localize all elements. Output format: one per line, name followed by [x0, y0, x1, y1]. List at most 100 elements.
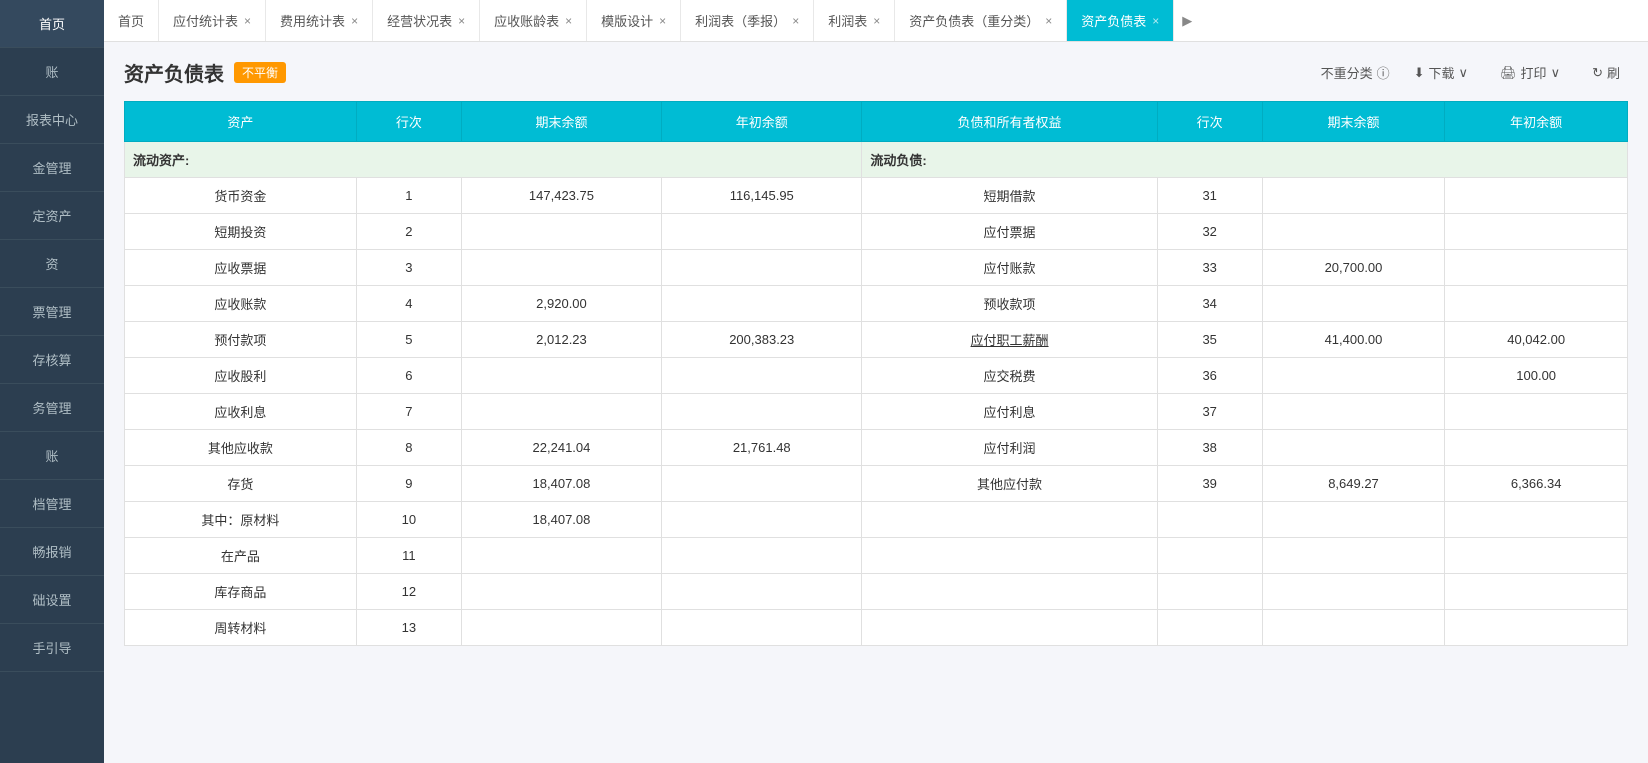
- help-icon[interactable]: ⓘ: [1377, 63, 1390, 82]
- print-button[interactable]: 🖨 打印 ∨: [1492, 59, 1568, 86]
- tab-balance-reclassify[interactable]: 资产负债表（重分类） ×: [895, 0, 1067, 42]
- left-end-balance: 18,407.08: [461, 502, 661, 538]
- tab-balance[interactable]: 资产负债表 ×: [1067, 0, 1174, 42]
- tab-profit-quarterly-close[interactable]: ×: [792, 14, 799, 28]
- header-row-num2: 行次: [1157, 102, 1262, 142]
- tab-balance-label: 资产负债表: [1081, 11, 1146, 30]
- left-item-label[interactable]: 预付款项: [125, 322, 357, 358]
- right-year-start: [1445, 574, 1628, 610]
- tab-receivable-aging[interactable]: 应收账龄表 ×: [480, 0, 587, 42]
- left-year-start: [662, 538, 862, 574]
- sidebar-item-fixed-assets[interactable]: 定资产: [0, 192, 104, 240]
- no-reclassify-toggle[interactable]: 不重分类 ⓘ: [1321, 63, 1390, 82]
- tab-home[interactable]: 首页: [104, 0, 159, 42]
- tab-operation[interactable]: 经营状况表 ×: [373, 0, 480, 42]
- right-end-balance: [1262, 358, 1445, 394]
- right-year-start: [1445, 394, 1628, 430]
- section-right-label: 流动负债:: [862, 142, 1628, 178]
- tab-balance-reclassify-close[interactable]: ×: [1045, 14, 1052, 28]
- sidebar-item-report-center[interactable]: 报表中心: [0, 96, 104, 144]
- sidebar-item-account[interactable]: 账: [0, 48, 104, 96]
- left-row-num: 7: [356, 394, 461, 430]
- tab-scroll-arrow[interactable]: ▶: [1174, 13, 1200, 29]
- right-item-label: 应付票据: [862, 214, 1157, 250]
- table-row: 预付款项 5 2,012.23 200,383.23 应付职工薪酬 35 41,…: [125, 322, 1628, 358]
- right-end-balance: [1262, 286, 1445, 322]
- tab-template-close[interactable]: ×: [659, 14, 666, 28]
- right-item-label: 应交税费: [862, 358, 1157, 394]
- left-item-label[interactable]: 其他应收款: [125, 430, 357, 466]
- header-year-start2: 年初余额: [1445, 102, 1628, 142]
- right-item-label: 应付利润: [862, 430, 1157, 466]
- sidebar-item-inventory[interactable]: 存核算: [0, 336, 104, 384]
- sidebar-item-investment[interactable]: 资: [0, 240, 104, 288]
- tab-profit-close[interactable]: ×: [873, 14, 880, 28]
- left-year-start: [662, 466, 862, 502]
- right-item-label: 应付账款: [862, 250, 1157, 286]
- left-row-num: 2: [356, 214, 461, 250]
- left-end-balance: 2,920.00: [461, 286, 661, 322]
- left-item-label[interactable]: 存货: [125, 466, 357, 502]
- left-year-start: [662, 214, 862, 250]
- right-item-label[interactable]: 应付职工薪酬: [862, 322, 1157, 358]
- download-chevron: ∨: [1459, 65, 1469, 81]
- print-chevron: ∨: [1551, 65, 1561, 81]
- table-row: 其中：原材料 10 18,407.08: [125, 502, 1628, 538]
- left-item-label[interactable]: 应收利息: [125, 394, 357, 430]
- right-row-num: [1157, 574, 1262, 610]
- left-item-label: 周转材料: [125, 610, 357, 646]
- download-button[interactable]: ⬇ 下载 ∨: [1406, 59, 1476, 86]
- sidebar-item-archive[interactable]: 档管理: [0, 480, 104, 528]
- tab-balance-close[interactable]: ×: [1152, 14, 1159, 28]
- page-title-area: 资产负债表 不平衡: [124, 58, 286, 87]
- sidebar-item-settings[interactable]: 础设置: [0, 576, 104, 624]
- left-end-balance: 147,423.75: [461, 178, 661, 214]
- sidebar-item-fund[interactable]: 金管理: [0, 144, 104, 192]
- right-row-num: [1157, 610, 1262, 646]
- tab-receivable-aging-label: 应收账龄表: [494, 11, 559, 30]
- right-year-start: [1445, 430, 1628, 466]
- tab-template[interactable]: 模版设计 ×: [587, 0, 681, 42]
- sidebar-item-home[interactable]: 首页: [0, 0, 104, 48]
- main-area: 首页 应付统计表 × 费用统计表 × 经营状况表 × 应收账龄表 × 模版设计 …: [104, 0, 1648, 763]
- tab-profit[interactable]: 利润表 ×: [814, 0, 895, 42]
- sidebar-item-guide[interactable]: 手引导: [0, 624, 104, 672]
- left-end-balance: 22,241.04: [461, 430, 661, 466]
- right-item-label: [862, 538, 1157, 574]
- left-item-label[interactable]: 应收股利: [125, 358, 357, 394]
- tab-expense[interactable]: 费用统计表 ×: [266, 0, 373, 42]
- tab-expense-close[interactable]: ×: [351, 14, 358, 28]
- right-row-num: 38: [1157, 430, 1262, 466]
- table-row: 在产品 11: [125, 538, 1628, 574]
- refresh-icon: ↻: [1592, 65, 1603, 81]
- tab-operation-close[interactable]: ×: [458, 14, 465, 28]
- left-year-start: 116,145.95: [662, 178, 862, 214]
- sidebar-item-ledger[interactable]: 账: [0, 432, 104, 480]
- table-row: 应收账款 4 2,920.00 预收款项 34: [125, 286, 1628, 322]
- left-item-label[interactable]: 应收票据: [125, 250, 357, 286]
- left-row-num: 8: [356, 430, 461, 466]
- tab-payable[interactable]: 应付统计表 ×: [159, 0, 266, 42]
- right-year-start: 6,366.34: [1445, 466, 1628, 502]
- left-item-label[interactable]: 短期投资: [125, 214, 357, 250]
- table-row: 应收票据 3 应付账款 33 20,700.00: [125, 250, 1628, 286]
- sidebar-item-ticket[interactable]: 票管理: [0, 288, 104, 336]
- tab-profit-quarterly[interactable]: 利润表（季报） ×: [681, 0, 814, 42]
- right-end-balance: [1262, 394, 1445, 430]
- toolbar-right: 不重分类 ⓘ ⬇ 下载 ∨ 🖨 打印 ∨ ↻ 刷: [1321, 59, 1628, 86]
- right-end-balance: [1262, 214, 1445, 250]
- left-year-start: 21,761.48: [662, 430, 862, 466]
- left-item-label[interactable]: 货币资金: [125, 178, 357, 214]
- header-liability: 负债和所有者权益: [862, 102, 1157, 142]
- tab-receivable-aging-close[interactable]: ×: [565, 14, 572, 28]
- sidebar-item-expense[interactable]: 务管理: [0, 384, 104, 432]
- left-year-start: 200,383.23: [662, 322, 862, 358]
- refresh-button[interactable]: ↻ 刷: [1584, 59, 1628, 86]
- tab-payable-close[interactable]: ×: [244, 14, 251, 28]
- sidebar-item-crm[interactable]: 畅报销: [0, 528, 104, 576]
- left-item-label[interactable]: 应收账款: [125, 286, 357, 322]
- header-end-balance2: 期末余额: [1262, 102, 1445, 142]
- left-row-num: 10: [356, 502, 461, 538]
- right-end-balance: [1262, 538, 1445, 574]
- left-end-balance: [461, 574, 661, 610]
